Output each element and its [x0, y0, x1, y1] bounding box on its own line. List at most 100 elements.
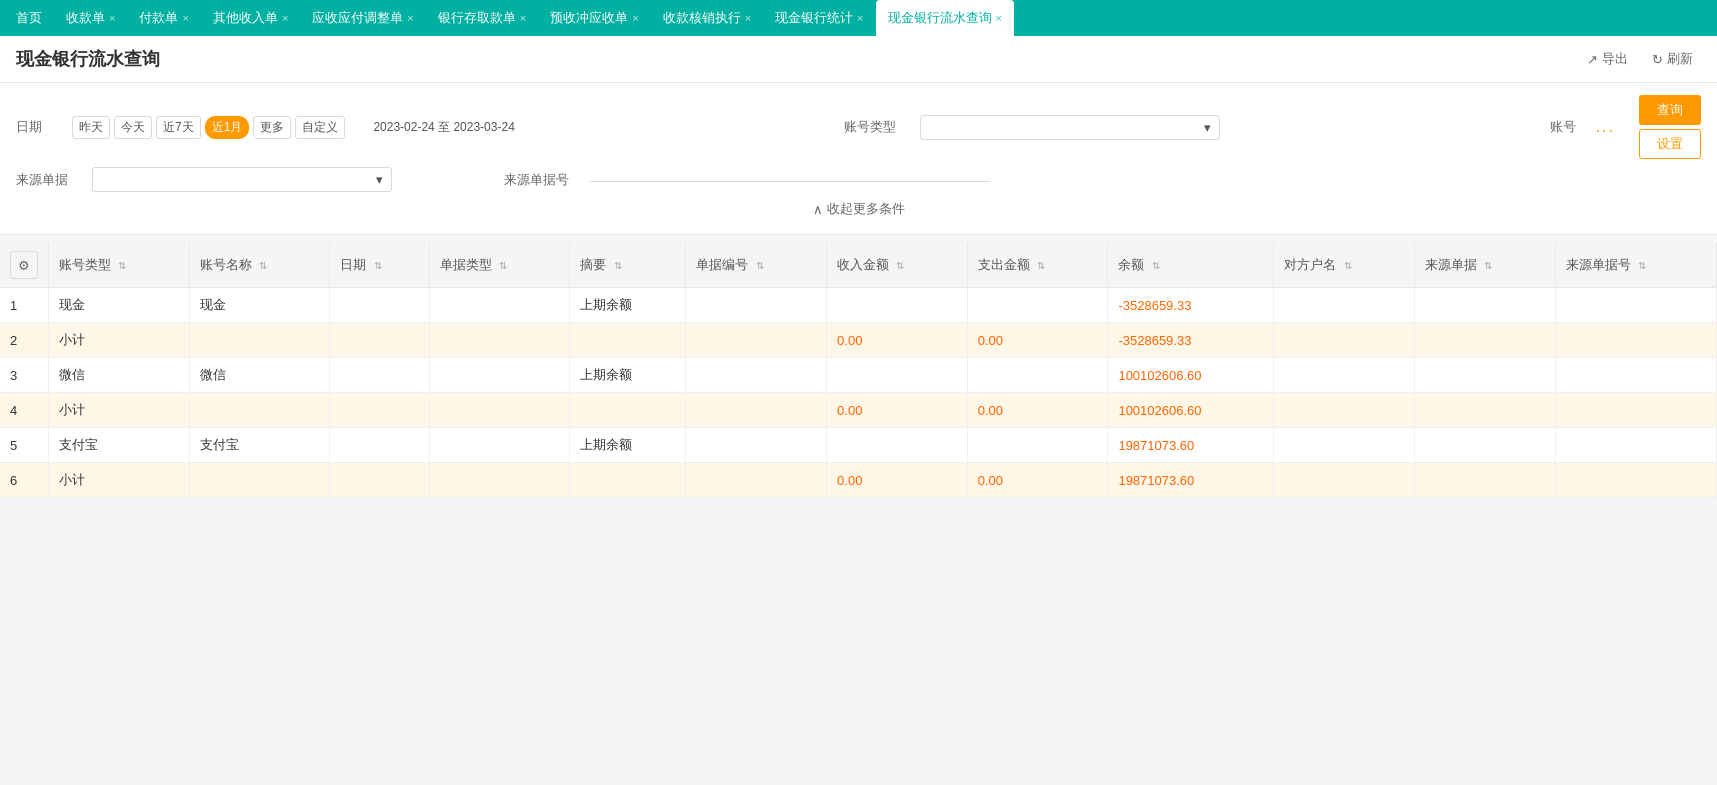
row-summary [570, 393, 686, 428]
col-source-doc-no[interactable]: 来源单据号 ⇅ [1555, 243, 1716, 288]
col-income[interactable]: 收入金额 ⇅ [827, 243, 968, 288]
col-summary[interactable]: 摘要 ⇅ [570, 243, 686, 288]
row-account-name: 支付宝 [189, 428, 330, 463]
row-counterparty [1274, 393, 1415, 428]
date-btn-today[interactable]: 今天 [114, 116, 152, 139]
export-button[interactable]: ↗ 导出 [1579, 46, 1636, 72]
nav-payment[interactable]: 付款单 × [127, 0, 200, 36]
table-row: 5支付宝支付宝上期余额19871073.60 [0, 428, 1717, 463]
row-doc-type [429, 428, 570, 463]
nav-home[interactable]: 首页 [4, 0, 54, 36]
col-expense[interactable]: 支出金额 ⇅ [967, 243, 1108, 288]
row-account-name: 现金 [189, 288, 330, 323]
row-expense [967, 428, 1108, 463]
refresh-button[interactable]: ↻ 刷新 [1644, 46, 1701, 72]
nav-ar-ap-adjust[interactable]: 应收应付调整单 × [300, 0, 425, 36]
date-btn-more[interactable]: 更多 [253, 116, 291, 139]
col-date[interactable]: 日期 ⇅ [330, 243, 429, 288]
col-source-doc[interactable]: 来源单据 ⇅ [1414, 243, 1555, 288]
table-settings-icon[interactable]: ⚙ [10, 251, 38, 279]
row-account-name [189, 463, 330, 498]
query-button[interactable]: 查询 [1639, 95, 1701, 125]
nav-close-collection[interactable]: × [745, 12, 751, 24]
row-expense: 0.00 [967, 393, 1108, 428]
col-account-type[interactable]: 账号类型 ⇅ [49, 243, 190, 288]
col-account-name[interactable]: 账号名称 ⇅ [189, 243, 330, 288]
nav-close-bank-deposit[interactable]: × [520, 12, 526, 24]
row-doc-no [686, 463, 827, 498]
row-income [827, 428, 968, 463]
nav-other-income[interactable]: 其他收入单 × [201, 0, 300, 36]
row-index: 1 [0, 288, 49, 323]
col-doc-type[interactable]: 单据类型 ⇅ [429, 243, 570, 288]
row-source-doc [1414, 323, 1555, 358]
sort-account-type-icon: ⇅ [118, 260, 126, 271]
row-counterparty [1274, 288, 1415, 323]
date-btn-yesterday[interactable]: 昨天 [72, 116, 110, 139]
row-counterparty [1274, 358, 1415, 393]
row-index: 6 [0, 463, 49, 498]
row-date [330, 463, 429, 498]
nav-cash-bank-stats[interactable]: 现金银行统计 × [763, 0, 875, 36]
col-balance[interactable]: 余额 ⇅ [1108, 243, 1274, 288]
row-source-doc-no [1555, 463, 1716, 498]
row-index: 4 [0, 393, 49, 428]
date-btn-custom[interactable]: 自定义 [295, 116, 345, 139]
source-doc-num-input[interactable] [590, 177, 990, 182]
account-dots[interactable]: ... [1596, 118, 1615, 136]
sort-income-icon: ⇅ [896, 260, 904, 271]
nav-close-payment[interactable]: × [182, 12, 188, 24]
sort-doc-no-icon: ⇅ [756, 260, 764, 271]
nav-close-receipt[interactable]: × [109, 12, 115, 24]
nav-close-cash-stats[interactable]: × [857, 12, 863, 24]
row-counterparty [1274, 428, 1415, 463]
table-header-row: ⚙ 账号类型 ⇅ 账号名称 ⇅ 日期 ⇅ 单据类型 ⇅ [0, 243, 1717, 288]
row-income [827, 358, 968, 393]
sort-account-name-icon: ⇅ [259, 260, 267, 271]
row-income: 0.00 [827, 463, 968, 498]
nav-bank-deposit[interactable]: 银行存取款单 × [426, 0, 538, 36]
row-balance: 100102606.60 [1108, 358, 1274, 393]
row-doc-no [686, 428, 827, 463]
account-type-chevron-icon: ▾ [1204, 120, 1211, 135]
row-doc-no [686, 288, 827, 323]
collapse-bar[interactable]: ∧ 收起更多条件 [16, 196, 1701, 222]
filter-area: 日期 昨天 今天 近7天 近1月 更多 自定义 2023-02-24 至 202… [0, 83, 1717, 235]
nav-collection-verify[interactable]: 收款核销执行 × [651, 0, 763, 36]
row-doc-type [429, 463, 570, 498]
refresh-icon: ↻ [1652, 52, 1663, 67]
col-counterparty[interactable]: 对方户名 ⇅ [1274, 243, 1415, 288]
col-doc-no[interactable]: 单据编号 ⇅ [686, 243, 827, 288]
row-counterparty [1274, 323, 1415, 358]
date-btn-1month[interactable]: 近1月 [205, 116, 250, 139]
row-source-doc [1414, 358, 1555, 393]
collapse-label: 收起更多条件 [827, 200, 905, 218]
source-doc-chevron-icon: ▾ [376, 172, 383, 187]
nav-receipt[interactable]: 收款单 × [54, 0, 127, 36]
row-source-doc-no [1555, 288, 1716, 323]
account-type-select[interactable]: ▾ [920, 115, 1220, 140]
row-account-type: 支付宝 [49, 428, 190, 463]
row-expense: 0.00 [967, 323, 1108, 358]
row-account-type: 微信 [49, 358, 190, 393]
row-balance: 100102606.60 [1108, 393, 1274, 428]
date-btn-7days[interactable]: 近7天 [156, 116, 201, 139]
row-expense: 0.00 [967, 463, 1108, 498]
row-source-doc [1414, 428, 1555, 463]
source-doc-select[interactable]: ▾ [92, 167, 392, 192]
nav-prepaid[interactable]: 预收冲应收单 × [538, 0, 650, 36]
row-expense [967, 358, 1108, 393]
sort-balance-icon: ⇅ [1152, 260, 1160, 271]
settings-button[interactable]: 设置 [1639, 129, 1701, 159]
nav-cash-bank-flow[interactable]: 现金银行流水查询 × [876, 0, 1014, 36]
row-source-doc [1414, 288, 1555, 323]
sort-counterparty-icon: ⇅ [1344, 260, 1352, 271]
row-doc-type [429, 358, 570, 393]
row-account-name [189, 393, 330, 428]
nav-close-other-income[interactable]: × [282, 12, 288, 24]
nav-close-prepaid[interactable]: × [632, 12, 638, 24]
row-account-name: 微信 [189, 358, 330, 393]
nav-close-cash-flow[interactable]: × [996, 12, 1002, 24]
col-settings: ⚙ [0, 243, 49, 288]
nav-close-ar-ap[interactable]: × [407, 12, 413, 24]
